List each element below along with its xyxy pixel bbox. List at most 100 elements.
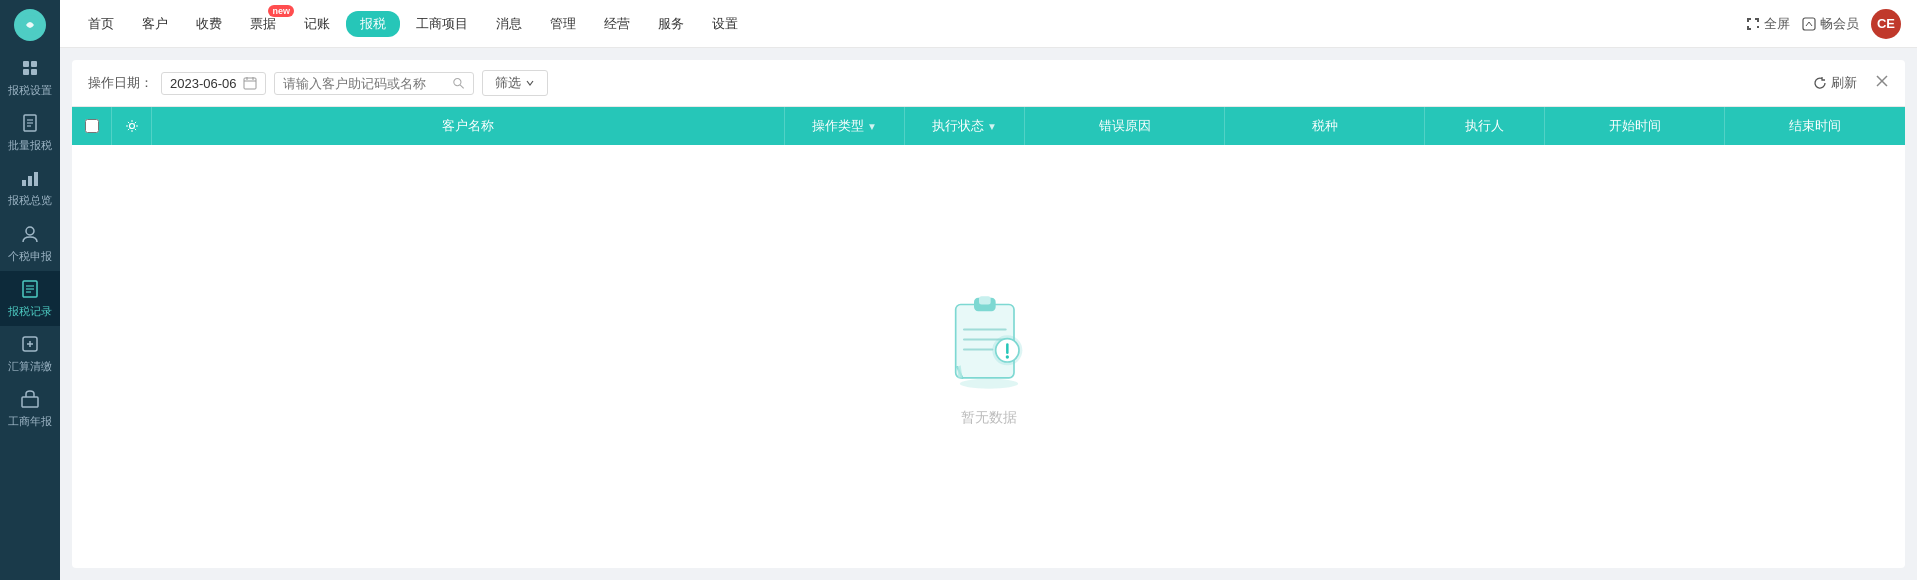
exec-status-sort-icon: ▼ bbox=[987, 121, 997, 132]
refresh-icon bbox=[1813, 76, 1827, 90]
sidebar: 报税设置 批量报税 报税总览 bbox=[0, 0, 60, 580]
main-content: 操作日期： 2023-06-06 筛选 bbox=[60, 48, 1917, 580]
svg-point-12 bbox=[26, 227, 34, 235]
svg-rect-4 bbox=[31, 69, 37, 75]
col-settings[interactable] bbox=[112, 107, 152, 145]
sidebar-item-piliang-baoshui-label: 批量报税 bbox=[8, 139, 52, 152]
sidebar-item-piliang-baoshui[interactable]: 批量报税 bbox=[0, 105, 60, 160]
svg-rect-11 bbox=[34, 172, 38, 186]
sidebar-item-baoshui-jilu-label: 报税记录 bbox=[8, 305, 52, 318]
op-type-sort-icon: ▼ bbox=[867, 121, 877, 132]
nav-item-customer[interactable]: 客户 bbox=[130, 11, 180, 37]
close-button[interactable] bbox=[1875, 74, 1889, 92]
baoshui-shezhi-icon bbox=[20, 58, 40, 81]
svg-rect-1 bbox=[23, 61, 29, 67]
nav-item-baoshui[interactable]: 报税 bbox=[346, 11, 400, 37]
sidebar-item-gongshang-nianbao-label: 工商年报 bbox=[8, 415, 52, 428]
member-button[interactable]: 畅会员 bbox=[1802, 15, 1859, 33]
col-executor: 执行人 bbox=[1425, 107, 1545, 145]
nav-item-fuwu[interactable]: 服务 bbox=[646, 11, 696, 37]
refresh-button[interactable]: 刷新 bbox=[1813, 74, 1857, 92]
date-value: 2023-06-06 bbox=[170, 76, 237, 91]
col-tax-type: 税种 bbox=[1225, 107, 1425, 145]
col-start-time: 开始时间 bbox=[1545, 107, 1725, 145]
nav-item-piaoju-wrapper: 票据 new bbox=[238, 11, 288, 37]
sidebar-logo[interactable] bbox=[0, 0, 60, 50]
top-bar-right: 全屏 畅会员 CE bbox=[1746, 9, 1901, 39]
sidebar-item-gongshang-nianbao[interactable]: 工商年报 bbox=[0, 381, 60, 436]
sidebar-item-baoshui-shezhi[interactable]: 报税设置 bbox=[0, 50, 60, 105]
table-body: 暂无数据 bbox=[72, 145, 1905, 568]
avatar[interactable]: CE bbox=[1871, 9, 1901, 39]
sidebar-item-huisuan-jiaona[interactable]: 汇算清缴 bbox=[0, 326, 60, 381]
close-icon bbox=[1875, 74, 1889, 88]
svg-rect-9 bbox=[22, 180, 26, 186]
sidebar-item-geshuishenbao-label: 个税申报 bbox=[8, 250, 52, 263]
chevron-down-icon bbox=[525, 78, 535, 88]
main-area: 首页 客户 收费 票据 new 记账 报税 工商项目 消息 管理 经营 服务 设… bbox=[60, 0, 1917, 580]
sidebar-item-baoshui-zonglam-label: 报税总览 bbox=[8, 194, 52, 207]
col-op-type[interactable]: 操作类型 ▼ bbox=[785, 107, 905, 145]
member-icon bbox=[1802, 17, 1816, 31]
content-toolbar: 操作日期： 2023-06-06 筛选 bbox=[72, 60, 1905, 107]
nav-item-gongshang[interactable]: 工商项目 bbox=[404, 11, 480, 37]
filter-button[interactable]: 筛选 bbox=[482, 70, 548, 96]
svg-rect-3 bbox=[23, 69, 29, 75]
logo-icon bbox=[14, 9, 46, 41]
baoshui-zonglam-icon bbox=[20, 168, 40, 191]
svg-line-27 bbox=[460, 85, 464, 89]
fullscreen-button[interactable]: 全屏 bbox=[1746, 15, 1790, 33]
svg-point-26 bbox=[454, 79, 461, 86]
svg-rect-21 bbox=[1803, 18, 1815, 30]
sidebar-item-baoshui-jilu[interactable]: 报税记录 bbox=[0, 271, 60, 326]
col-error-reason: 错误原因 bbox=[1025, 107, 1225, 145]
sidebar-item-huisuan-jiaona-label: 汇算清缴 bbox=[8, 360, 52, 373]
member-label: 畅会员 bbox=[1820, 15, 1859, 33]
empty-illustration bbox=[939, 287, 1039, 397]
nav-item-xiaoxi[interactable]: 消息 bbox=[484, 11, 534, 37]
svg-rect-22 bbox=[244, 78, 256, 89]
col-client-name: 客户名称 bbox=[152, 107, 785, 145]
fullscreen-icon bbox=[1746, 17, 1760, 31]
col-exec-status[interactable]: 执行状态 ▼ bbox=[905, 107, 1025, 145]
gongshang-nianbao-icon bbox=[20, 389, 40, 412]
data-table: 客户名称 操作类型 ▼ 执行状态 ▼ 错误原因 税种 执行人 开始时间 结束时间 bbox=[72, 107, 1905, 568]
nav-item-guanli[interactable]: 管理 bbox=[538, 11, 588, 37]
huisuan-jiaona-icon bbox=[20, 334, 40, 357]
search-input[interactable] bbox=[283, 76, 446, 91]
nav-item-jizhang[interactable]: 记账 bbox=[292, 11, 342, 37]
empty-state: 暂无数据 bbox=[939, 287, 1039, 427]
piaoju-badge: new bbox=[268, 5, 294, 17]
empty-text: 暂无数据 bbox=[961, 409, 1017, 427]
table-header: 客户名称 操作类型 ▼ 执行状态 ▼ 错误原因 税种 执行人 开始时间 结束时间 bbox=[72, 107, 1905, 145]
col-end-time: 结束时间 bbox=[1725, 107, 1905, 145]
col-checkbox[interactable] bbox=[72, 107, 112, 145]
date-picker[interactable]: 2023-06-06 bbox=[161, 72, 266, 95]
settings-col-icon bbox=[125, 119, 139, 133]
filter-label: 筛选 bbox=[495, 74, 521, 92]
sidebar-item-baoshui-zonglam[interactable]: 报税总览 bbox=[0, 160, 60, 215]
nav-item-jingying[interactable]: 经营 bbox=[592, 11, 642, 37]
svg-rect-34 bbox=[979, 296, 991, 304]
search-icon bbox=[452, 76, 465, 90]
nav-item-shoufei[interactable]: 收费 bbox=[184, 11, 234, 37]
piliang-baoshui-icon bbox=[20, 113, 40, 136]
sidebar-item-geshuishenbao[interactable]: 个税申报 bbox=[0, 216, 60, 271]
baoshui-jilu-icon bbox=[20, 279, 40, 302]
svg-rect-10 bbox=[28, 176, 32, 186]
geshuishenbao-icon bbox=[20, 224, 40, 247]
svg-point-31 bbox=[959, 378, 1017, 388]
nav-item-home[interactable]: 首页 bbox=[76, 11, 126, 37]
date-label: 操作日期： bbox=[88, 74, 153, 92]
select-all-checkbox[interactable] bbox=[85, 119, 99, 133]
fullscreen-label: 全屏 bbox=[1764, 15, 1790, 33]
top-nav-bar: 首页 客户 收费 票据 new 记账 报税 工商项目 消息 管理 经营 服务 设… bbox=[60, 0, 1917, 48]
calendar-icon bbox=[243, 76, 257, 90]
search-box[interactable] bbox=[274, 72, 474, 95]
svg-rect-2 bbox=[31, 61, 37, 67]
nav-item-shezhi[interactable]: 设置 bbox=[700, 11, 750, 37]
svg-point-41 bbox=[1005, 355, 1008, 358]
sidebar-item-baoshui-shezhi-label: 报税设置 bbox=[8, 84, 52, 97]
refresh-label: 刷新 bbox=[1831, 74, 1857, 92]
svg-rect-20 bbox=[22, 397, 38, 407]
